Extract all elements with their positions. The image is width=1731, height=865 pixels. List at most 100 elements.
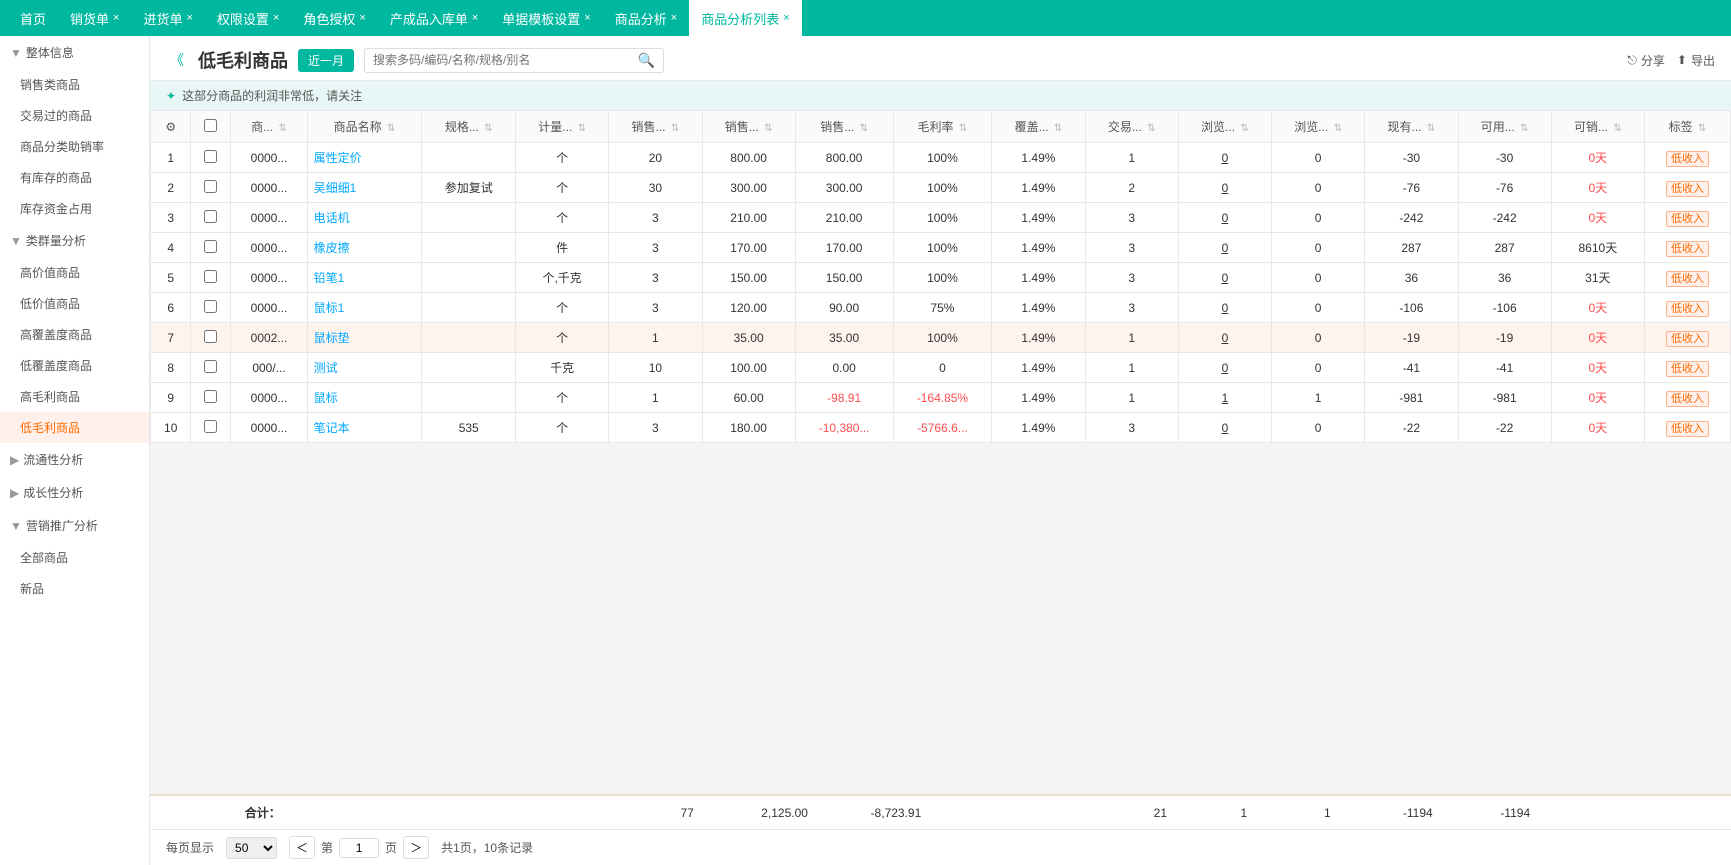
row-view1[interactable]: 0 <box>1178 293 1271 323</box>
row-name[interactable]: 笔记本 <box>307 413 422 443</box>
row-checkbox[interactable] <box>191 263 231 293</box>
col-current-stock[interactable]: 现有... ⇅ <box>1365 111 1458 143</box>
row-select-checkbox[interactable] <box>204 270 217 283</box>
nav-item-template[interactable]: 单据模板设置 × <box>490 0 602 36</box>
sidebar-item-high-margin[interactable]: 高毛利商品 <box>0 381 149 412</box>
row-select-checkbox[interactable] <box>204 180 217 193</box>
sidebar-item-traded-products[interactable]: 交易过的商品 <box>0 100 149 131</box>
col-coverage[interactable]: 覆盖... ⇅ <box>992 111 1085 143</box>
row-view1[interactable]: 0 <box>1178 263 1271 293</box>
export-button[interactable]: ⬆ 导出 <box>1677 52 1715 69</box>
page-input[interactable] <box>339 838 379 858</box>
col-saleable[interactable]: 可销... ⇅ <box>1551 111 1644 143</box>
collapse-button[interactable]: 《 <box>166 46 188 74</box>
sidebar-group-circulation[interactable]: ▶ 流通性分析 <box>0 443 149 476</box>
row-checkbox[interactable] <box>191 293 231 323</box>
col-spec[interactable]: 规格... ⇅ <box>422 111 516 143</box>
sidebar-item-category-rate[interactable]: 商品分类助销率 <box>0 131 149 162</box>
row-select-checkbox[interactable] <box>204 330 217 343</box>
sidebar-group-marketing[interactable]: ▼ 营销推广分析 <box>0 509 149 542</box>
close-icon[interactable]: × <box>273 12 279 24</box>
nav-item-purchase[interactable]: 进货单 × <box>131 0 204 36</box>
nav-item-sales[interactable]: 销货单 × <box>58 0 131 36</box>
sidebar-item-low-coverage[interactable]: 低覆盖度商品 <box>0 350 149 381</box>
row-view1[interactable]: 0 <box>1178 353 1271 383</box>
row-select-checkbox[interactable] <box>204 240 217 253</box>
next-page-button[interactable]: ＞ <box>403 836 429 859</box>
sidebar-item-sales-products[interactable]: 销售类商品 <box>0 69 149 100</box>
row-view1[interactable]: 0 <box>1178 203 1271 233</box>
prev-page-button[interactable]: ＜ <box>289 836 315 859</box>
row-name[interactable]: 鼠标 <box>307 383 422 413</box>
nav-item-analysis-list[interactable]: 商品分析列表 × <box>689 0 801 36</box>
close-icon[interactable]: × <box>113 12 119 24</box>
col-settings[interactable]: ⚙ <box>151 111 191 143</box>
row-view1[interactable]: 0 <box>1178 233 1271 263</box>
nav-item-roles[interactable]: 角色授权 × <box>291 0 377 36</box>
row-select-checkbox[interactable] <box>204 390 217 403</box>
row-view1[interactable]: 0 <box>1178 173 1271 203</box>
row-view1[interactable]: 0 <box>1178 143 1271 173</box>
row-checkbox[interactable] <box>191 383 231 413</box>
sidebar-item-high-coverage[interactable]: 高覆盖度商品 <box>0 319 149 350</box>
sidebar-item-new-products[interactable]: 新品 <box>0 573 149 604</box>
col-checkbox[interactable] <box>191 111 231 143</box>
row-checkbox[interactable] <box>191 233 231 263</box>
row-checkbox[interactable] <box>191 203 231 233</box>
col-view2[interactable]: 浏览... ⇅ <box>1272 111 1365 143</box>
row-select-checkbox[interactable] <box>204 150 217 163</box>
sidebar-item-low-margin[interactable]: 低毛利商品 <box>0 412 149 443</box>
sidebar-group-cluster[interactable]: ▼ 类群量分析 <box>0 224 149 257</box>
row-checkbox[interactable] <box>191 353 231 383</box>
sidebar-item-high-value[interactable]: 高价值商品 <box>0 257 149 288</box>
col-available[interactable]: 可用... ⇅ <box>1458 111 1551 143</box>
row-view1[interactable]: 0 <box>1178 323 1271 353</box>
share-button[interactable]: ⎋ 分享 <box>1627 52 1665 69</box>
nav-item-home[interactable]: 首页 <box>8 0 58 36</box>
row-checkbox[interactable] <box>191 413 231 443</box>
row-name[interactable]: 属性定价 <box>307 143 422 173</box>
sidebar-item-stocked-products[interactable]: 有库存的商品 <box>0 162 149 193</box>
close-icon[interactable]: × <box>584 12 590 24</box>
nav-item-products[interactable]: 产成品入库单 × <box>378 0 490 36</box>
sidebar-item-stock-capital[interactable]: 库存资金占用 <box>0 193 149 224</box>
row-checkbox[interactable] <box>191 323 231 353</box>
close-icon[interactable]: × <box>472 12 478 24</box>
per-page-select[interactable]: 50 100 200 <box>226 837 277 859</box>
row-name[interactable]: 吴细细1 <box>307 173 422 203</box>
row-checkbox[interactable] <box>191 173 231 203</box>
row-view1[interactable]: 0 <box>1178 413 1271 443</box>
search-input[interactable] <box>373 53 638 67</box>
select-all-checkbox[interactable] <box>204 119 217 132</box>
col-sales-price[interactable]: 销售... ⇅ <box>702 111 795 143</box>
row-select-checkbox[interactable] <box>204 300 217 313</box>
row-name[interactable]: 鼠标垫 <box>307 323 422 353</box>
col-transaction[interactable]: 交易... ⇅ <box>1085 111 1178 143</box>
sidebar-item-all-products[interactable]: 全部商品 <box>0 542 149 573</box>
close-icon[interactable]: × <box>671 12 677 24</box>
row-name[interactable]: 铅笔1 <box>307 263 422 293</box>
row-select-checkbox[interactable] <box>204 210 217 223</box>
row-name[interactable]: 橡皮擦 <box>307 233 422 263</box>
sidebar-group-growth[interactable]: ▶ 成长性分析 <box>0 476 149 509</box>
col-view1[interactable]: 浏览... ⇅ <box>1178 111 1271 143</box>
time-filter-button[interactable]: 近一月 <box>298 49 354 72</box>
close-icon[interactable]: × <box>359 12 365 24</box>
col-gross-margin[interactable]: 毛利率 ⇅ <box>893 111 992 143</box>
sidebar-group-overall[interactable]: ▼ 整体信息 <box>0 36 149 69</box>
col-name[interactable]: 商品名称 ⇅ <box>307 111 422 143</box>
col-code[interactable]: 商... ⇅ <box>231 111 307 143</box>
close-icon[interactable]: × <box>186 12 192 24</box>
col-sales-amount[interactable]: 销售... ⇅ <box>795 111 893 143</box>
col-tag[interactable]: 标签 ⇅ <box>1644 111 1730 143</box>
row-view1[interactable]: 1 <box>1178 383 1271 413</box>
close-icon[interactable]: × <box>783 12 789 24</box>
sidebar-item-low-value[interactable]: 低价值商品 <box>0 288 149 319</box>
col-unit[interactable]: 计量... ⇅ <box>516 111 609 143</box>
row-checkbox[interactable] <box>191 143 231 173</box>
row-name[interactable]: 鼠标1 <box>307 293 422 323</box>
row-select-checkbox[interactable] <box>204 420 217 433</box>
nav-item-permissions[interactable]: 权限设置 × <box>205 0 291 36</box>
row-name[interactable]: 测试 <box>307 353 422 383</box>
row-name[interactable]: 电话机 <box>307 203 422 233</box>
